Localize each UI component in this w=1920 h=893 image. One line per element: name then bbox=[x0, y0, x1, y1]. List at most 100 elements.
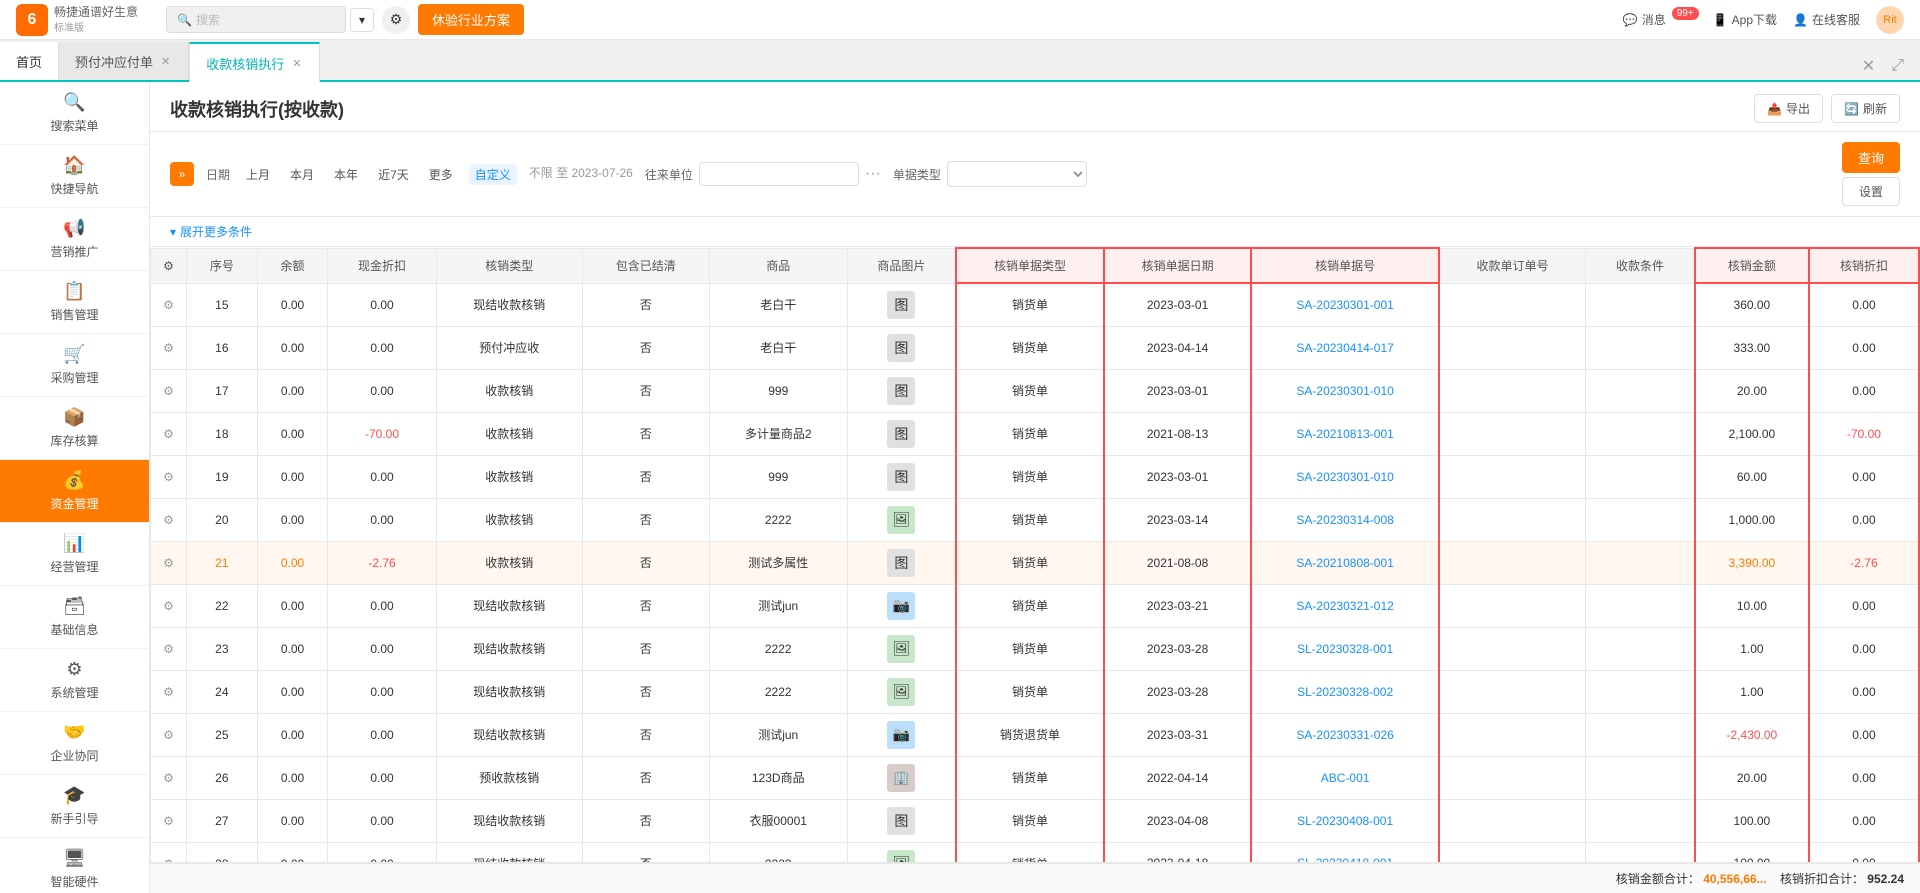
td-cancel-amount: 2,100.00 bbox=[1695, 412, 1809, 455]
sidebar-item-business[interactable]: 📊 经营管理 bbox=[0, 523, 149, 586]
td-cancel-bill-type: 销货单 bbox=[956, 412, 1104, 455]
query-button[interactable]: 查询 bbox=[1842, 142, 1900, 173]
tab-prepay[interactable]: 预付冲应付单 ✕ bbox=[59, 42, 189, 80]
cancel-bill-no-link[interactable]: SA-20230314-008 bbox=[1296, 513, 1393, 527]
td-balance: 0.00 bbox=[257, 369, 328, 412]
tab-collection-close-icon[interactable]: ✕ bbox=[290, 55, 303, 72]
td-cancel-bill-no[interactable]: ABC-001 bbox=[1251, 756, 1438, 799]
td-settings[interactable]: ⚙ bbox=[151, 799, 187, 842]
date-option-custom[interactable]: 自定义 bbox=[469, 164, 517, 185]
td-settings[interactable]: ⚙ bbox=[151, 627, 187, 670]
cancel-bill-no-link[interactable]: SL-20230328-002 bbox=[1297, 685, 1393, 699]
td-cancel-bill-type: 销货单 bbox=[956, 627, 1104, 670]
tab-home[interactable]: 首页 bbox=[0, 42, 59, 80]
expand-more-bar[interactable]: ▾ 展开更多条件 bbox=[150, 217, 1920, 247]
date-option-more[interactable]: 更多 bbox=[425, 164, 457, 185]
sidebar-item-marketing[interactable]: 📢 营销推广 bbox=[0, 208, 149, 271]
cancel-bill-no-link[interactable]: SA-20230301-010 bbox=[1296, 384, 1393, 398]
app-download-item[interactable]: 📱 App下载 bbox=[1713, 11, 1777, 28]
sidebar-item-purchase[interactable]: 🛒 采购管理 bbox=[0, 334, 149, 397]
td-cancel-bill-no[interactable]: SA-20230301-010 bbox=[1251, 455, 1438, 498]
td-collection-order-no bbox=[1439, 455, 1586, 498]
cancel-bill-no-link[interactable]: SA-20230331-026 bbox=[1296, 728, 1393, 742]
td-cancel-bill-no[interactable]: SA-20230321-012 bbox=[1251, 584, 1438, 627]
td-settings[interactable]: ⚙ bbox=[151, 455, 187, 498]
sidebar-item-system[interactable]: ⚙ 系统管理 bbox=[0, 649, 149, 712]
td-balance: 0.00 bbox=[257, 541, 328, 584]
td-collection-condition bbox=[1586, 283, 1695, 326]
filter-dots-icon[interactable]: ··· bbox=[865, 165, 881, 183]
tab-collection[interactable]: 收款核销执行 ✕ bbox=[189, 42, 320, 82]
sidebar-item-quicknav[interactable]: 🏠 快捷导航 bbox=[0, 145, 149, 208]
tab-close-all-icon[interactable]: ✕ bbox=[1858, 52, 1879, 80]
cancel-bill-no-link[interactable]: SL-20230328-001 bbox=[1297, 642, 1393, 656]
sidebar-item-sales[interactable]: 📋 销售管理 bbox=[0, 271, 149, 334]
topbar-settings-btn[interactable]: ⚙ bbox=[382, 6, 410, 34]
counterparty-input[interactable] bbox=[699, 162, 859, 186]
filter-toggle-btn[interactable]: » bbox=[170, 162, 194, 186]
sidebar-item-newbie[interactable]: 🎓 新手引导 bbox=[0, 775, 149, 838]
cancel-bill-no-link[interactable]: SA-20230301-001 bbox=[1296, 298, 1393, 312]
td-settings[interactable]: ⚙ bbox=[151, 756, 187, 799]
sidebar-item-search[interactable]: 🔍 搜索菜单 bbox=[0, 82, 149, 145]
td-cancel-bill-no[interactable]: SA-20230314-008 bbox=[1251, 498, 1438, 541]
date-option-this-year[interactable]: 本年 bbox=[330, 164, 362, 185]
td-settings[interactable]: ⚙ bbox=[151, 283, 187, 326]
table-row: ⚙190.000.00收款核销否999图销货单2023-03-01SA-2023… bbox=[151, 455, 1920, 498]
td-collection-condition bbox=[1586, 670, 1695, 713]
sidebar-item-enterprise[interactable]: 🤝 企业协同 bbox=[0, 712, 149, 775]
cancel-bill-no-link[interactable]: SA-20230321-012 bbox=[1296, 599, 1393, 613]
td-settings[interactable]: ⚙ bbox=[151, 498, 187, 541]
cancel-bill-no-link[interactable]: SL-20230408-001 bbox=[1297, 814, 1393, 828]
cancel-bill-no-link[interactable]: ABC-001 bbox=[1321, 771, 1370, 785]
refresh-button[interactable]: 🔄 刷新 bbox=[1831, 94, 1900, 123]
top-bar: 6 畅捷通谱好生意 标准版 🔍 搜索 ▾ ⚙ 休验行业方案 💬 消息 99+ 📱… bbox=[0, 0, 1920, 40]
td-cancel-bill-date: 2021-08-08 bbox=[1104, 541, 1252, 584]
sidebar-item-basic[interactable]: 🗃 基础信息 bbox=[0, 586, 149, 649]
search-box[interactable]: 🔍 搜索 bbox=[166, 6, 346, 33]
cancel-bill-no-link[interactable]: SA-20210813-001 bbox=[1296, 427, 1393, 441]
tab-prepay-close-icon[interactable]: ✕ bbox=[159, 53, 172, 70]
td-settings[interactable]: ⚙ bbox=[151, 369, 187, 412]
td-settings[interactable]: ⚙ bbox=[151, 541, 187, 584]
dropdown-btn[interactable]: ▾ bbox=[350, 8, 374, 32]
td-settings[interactable]: ⚙ bbox=[151, 412, 187, 455]
td-settings[interactable]: ⚙ bbox=[151, 584, 187, 627]
single-type-select[interactable]: 销货单 销货退货单 bbox=[947, 161, 1087, 187]
td-cancel-bill-no[interactable]: SL-20230328-001 bbox=[1251, 627, 1438, 670]
td-settings[interactable]: ⚙ bbox=[151, 670, 187, 713]
date-option-7days[interactable]: 近7天 bbox=[374, 164, 413, 185]
date-option-last-month[interactable]: 上月 bbox=[242, 164, 274, 185]
td-settings[interactable]: ⚙ bbox=[151, 713, 187, 756]
td-cancel-bill-no[interactable]: SA-20210813-001 bbox=[1251, 412, 1438, 455]
online-service-item[interactable]: 👤 在线客服 bbox=[1793, 11, 1860, 28]
table-container[interactable]: ⚙ 序号 余额 现金折扣 核销类型 包含已结清 商品 商品图片 核销单据类型 核… bbox=[150, 247, 1920, 893]
td-cancel-bill-type: 销货单 bbox=[956, 756, 1104, 799]
td-cancel-bill-no[interactable]: SL-20230328-002 bbox=[1251, 670, 1438, 713]
sidebar-item-hardware[interactable]: 🖥 智能硬件 bbox=[0, 838, 149, 893]
export-button[interactable]: 📤 导出 bbox=[1754, 94, 1823, 123]
td-settings[interactable]: ⚙ bbox=[151, 326, 187, 369]
th-settings[interactable]: ⚙ bbox=[151, 248, 187, 283]
filter-settings-button[interactable]: 设置 bbox=[1842, 177, 1900, 206]
cancel-bill-no-link[interactable]: SA-20210808-001 bbox=[1296, 556, 1393, 570]
td-cancel-bill-no[interactable]: SL-20230408-001 bbox=[1251, 799, 1438, 842]
td-cancel-bill-no[interactable]: SA-20230301-010 bbox=[1251, 369, 1438, 412]
td-cancel-bill-no[interactable]: SA-20210808-001 bbox=[1251, 541, 1438, 584]
tab-expand-icon[interactable]: ⤢ bbox=[1887, 53, 1908, 79]
td-cancel-bill-no[interactable]: SA-20230331-026 bbox=[1251, 713, 1438, 756]
td-cancel-bill-no[interactable]: SA-20230301-001 bbox=[1251, 283, 1438, 326]
industry-btn[interactable]: 休验行业方案 bbox=[418, 4, 524, 35]
th-no: 序号 bbox=[187, 248, 258, 283]
user-item[interactable]: Rit bbox=[1876, 6, 1904, 34]
table-row: ⚙180.00-70.00收款核销否多计量商品2图销货单2021-08-13SA… bbox=[151, 412, 1920, 455]
cancel-bill-no-link[interactable]: SA-20230301-010 bbox=[1296, 470, 1393, 484]
cancel-bill-no-link[interactable]: SA-20230414-017 bbox=[1296, 341, 1393, 355]
message-item[interactable]: 💬 消息 99+ bbox=[1623, 11, 1697, 28]
date-option-this-month[interactable]: 本月 bbox=[286, 164, 318, 185]
td-cancel-bill-no[interactable]: SA-20230414-017 bbox=[1251, 326, 1438, 369]
sidebar-item-finance[interactable]: 💰 资金管理 bbox=[0, 460, 149, 523]
table-row: ⚙220.000.00现结收款核销否测试jun📷销货单2023-03-21SA-… bbox=[151, 584, 1920, 627]
sidebar-item-inventory[interactable]: 📦 库存核算 bbox=[0, 397, 149, 460]
td-product: 999 bbox=[709, 455, 847, 498]
